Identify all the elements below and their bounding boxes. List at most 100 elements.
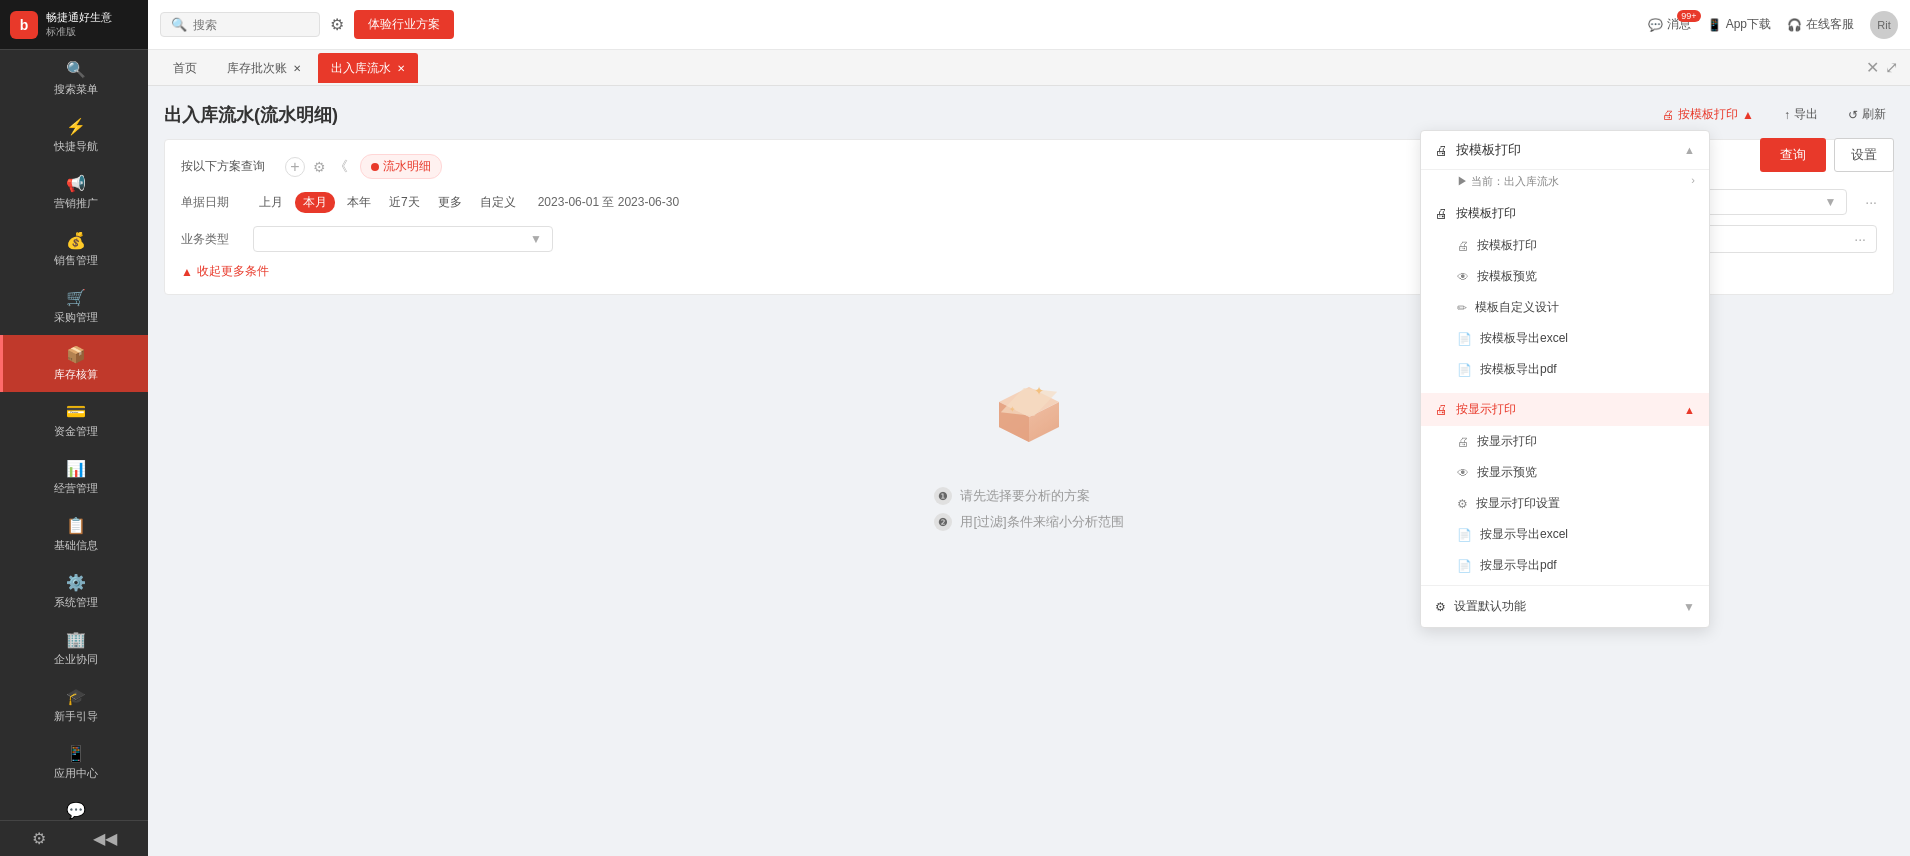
dropdown-title: 按模板打印	[1456, 141, 1521, 159]
sidebar: b 畅捷通好生意 标准版 🔍 搜索菜单 ⚡ 快捷导航 📢 营销推广 💰 销售管理…	[0, 0, 148, 856]
trial-button[interactable]: 体验行业方案	[354, 10, 454, 39]
empty-step-1: ❶ 请先选择要分析的方案	[934, 487, 1123, 505]
svg-text:✦: ✦	[1009, 405, 1016, 414]
basic-icon: 📋	[66, 516, 86, 535]
user-avatar-area[interactable]: Rit	[1870, 11, 1898, 39]
custom-btn[interactable]: 自定义	[474, 192, 522, 213]
business-type-label: 业务类型	[181, 231, 241, 248]
sidebar-item-system[interactable]: ⚙️ 系统管理	[0, 563, 148, 620]
search-input[interactable]	[193, 18, 293, 32]
tab-flow[interactable]: 出入库流水 ✕	[318, 53, 418, 83]
last7days-btn[interactable]: 近7天	[383, 192, 426, 213]
refresh-button[interactable]: ↺ 刷新	[1840, 102, 1894, 127]
tag-dot	[371, 163, 379, 171]
template-print-section: 🖨 按模板打印 🖨 按模板打印 👁 按模板预览 ✏ 模板自定义设计	[1421, 193, 1709, 389]
display-preview-icon: 👁	[1457, 466, 1469, 480]
display-export-excel-item[interactable]: 📄 按显示导出excel	[1421, 519, 1709, 550]
operation-icon: 📊	[66, 459, 86, 478]
sidebar-item-inventory[interactable]: 📦 库存核算	[0, 335, 148, 392]
type-more-icon[interactable]: ···	[1865, 194, 1877, 210]
basic-label: 基础信息	[54, 538, 98, 553]
sidebar-item-operation[interactable]: 📊 经营管理	[0, 449, 148, 506]
sidebar-item-marketing[interactable]: 📢 营销推广	[0, 164, 148, 221]
sidebar-nav: 🔍 搜索菜单 ⚡ 快捷导航 📢 营销推广 💰 销售管理 🛒 采购管理 📦 库存核…	[0, 50, 148, 820]
query-button[interactable]: 查询	[1760, 138, 1826, 172]
sidebar-item-sales[interactable]: 💰 销售管理	[0, 221, 148, 278]
setup-button[interactable]: 设置	[1834, 138, 1894, 172]
dropdown-chevron-up[interactable]: ▲	[1684, 144, 1695, 156]
query-buttons: 查询 设置	[1760, 138, 1894, 172]
sales-icon: 💰	[66, 231, 86, 250]
print-dropdown-panel: 🖨 按模板打印 ▲ ▶ 当前：出入库流水 › 🖨 按模板打印	[1420, 130, 1710, 628]
tab-expand-icon[interactable]: ⤢	[1885, 58, 1898, 77]
batch-account-label: 库存批次账	[227, 60, 287, 77]
display-print-settings-item[interactable]: ⚙ 按显示打印设置	[1421, 488, 1709, 519]
display-section-chevron-up: ▲	[1684, 404, 1695, 416]
sidebar-item-search[interactable]: 🔍 搜索菜单	[0, 50, 148, 107]
sidebar-item-finance[interactable]: 💳 资金管理	[0, 392, 148, 449]
chevron-up-icon: ▲	[1742, 108, 1754, 122]
display-print-item[interactable]: 🖨 按显示打印	[1421, 426, 1709, 457]
sidebar-item-newbie[interactable]: 🎓 新手引导	[0, 677, 148, 734]
filter-scheme-label: 按以下方案查询	[181, 158, 265, 175]
sidebar-item-purchase[interactable]: 🛒 采购管理	[0, 278, 148, 335]
template-customize-item[interactable]: ✏ 模板自定义设计	[1421, 292, 1709, 323]
print-icon: 🖨	[1662, 108, 1674, 122]
collapse-icon[interactable]: ◀◀	[93, 829, 117, 848]
sidebar-item-wechat[interactable]: 💬 企业微信	[0, 791, 148, 820]
message-badge: 99+	[1677, 10, 1700, 22]
this-year-btn[interactable]: 本年	[341, 192, 377, 213]
current-icon: ▶	[1457, 175, 1468, 187]
app-download-button[interactable]: 📱 App下载	[1707, 16, 1771, 33]
gear-icon[interactable]: ⚙	[330, 15, 344, 34]
warehouse-more-icon[interactable]: ···	[1854, 231, 1866, 247]
template-preview-item[interactable]: 👁 按模板预览	[1421, 261, 1709, 292]
settings-icon[interactable]: ⚙	[32, 829, 46, 848]
more-btn[interactable]: 更多	[432, 192, 468, 213]
display-export-pdf-item[interactable]: 📄 按显示导出pdf	[1421, 550, 1709, 581]
item-pdf-icon: 📄	[1457, 363, 1472, 377]
header-right: 💬 消息 99+ 📱 App下载 🎧 在线客服 Rit	[1648, 11, 1898, 39]
filter-tag-item: 流水明细	[360, 154, 442, 179]
item-preview-icon: 👁	[1457, 270, 1469, 284]
tab-batch-account-close[interactable]: ✕	[293, 63, 301, 74]
sidebar-item-shortcut[interactable]: ⚡ 快捷导航	[0, 107, 148, 164]
item-excel-icon: 📄	[1457, 332, 1472, 346]
current-arrow: ›	[1691, 174, 1695, 186]
template-section-icon: 🖨	[1435, 206, 1448, 221]
export-button[interactable]: ↑ 导出	[1776, 102, 1826, 127]
message-icon: 💬	[1648, 18, 1663, 32]
template-export-pdf-item[interactable]: 📄 按模板导出pdf	[1421, 354, 1709, 385]
tab-home[interactable]: 首页	[160, 53, 210, 83]
prev-month-btn[interactable]: 上月	[253, 192, 289, 213]
template-print-section-title[interactable]: 🖨 按模板打印	[1421, 197, 1709, 230]
sidebar-item-apps[interactable]: 📱 应用中心	[0, 734, 148, 791]
print-template-button[interactable]: 🖨 按模板打印 ▲	[1654, 102, 1762, 127]
tab-batch-account[interactable]: 库存批次账 ✕	[214, 53, 314, 83]
search-icon: 🔍	[171, 17, 187, 32]
tab-close-all-icon[interactable]: ✕	[1866, 58, 1879, 77]
message-button[interactable]: 💬 消息 99+	[1648, 16, 1691, 33]
tab-flow-close[interactable]: ✕	[397, 63, 405, 74]
filter-settings-icon[interactable]: ⚙	[313, 159, 326, 175]
default-chevron: ▼	[1683, 600, 1695, 614]
online-service-button[interactable]: 🎧 在线客服	[1787, 16, 1854, 33]
header-search-box[interactable]: 🔍	[160, 12, 320, 37]
business-type-select[interactable]: ▼	[253, 226, 553, 252]
display-print-icon: 🖨	[1457, 435, 1469, 449]
chevron-down-icon: ▼	[1824, 195, 1836, 209]
inventory-icon: 📦	[66, 345, 86, 364]
filter-collapse-icon[interactable]: 《	[334, 158, 348, 176]
template-export-excel-item[interactable]: 📄 按模板导出excel	[1421, 323, 1709, 354]
sidebar-item-basic[interactable]: 📋 基础信息	[0, 506, 148, 563]
display-preview-item[interactable]: 👁 按显示预览	[1421, 457, 1709, 488]
display-print-section-title[interactable]: 🖨 按显示打印 ▲	[1421, 393, 1709, 426]
template-print-item[interactable]: 🖨 按模板打印	[1421, 230, 1709, 261]
print-header-icon: 🖨	[1435, 143, 1448, 158]
date-filter-controls: 上月 本月 本年 近7天 更多 自定义	[253, 192, 522, 213]
current-month-btn[interactable]: 本月	[295, 192, 335, 213]
sidebar-item-enterprise[interactable]: 🏢 企业协同	[0, 620, 148, 677]
add-filter-icon[interactable]: +	[285, 157, 305, 177]
set-default-item[interactable]: ⚙ 设置默认功能 ▼	[1435, 594, 1695, 619]
system-label: 系统管理	[54, 595, 98, 610]
